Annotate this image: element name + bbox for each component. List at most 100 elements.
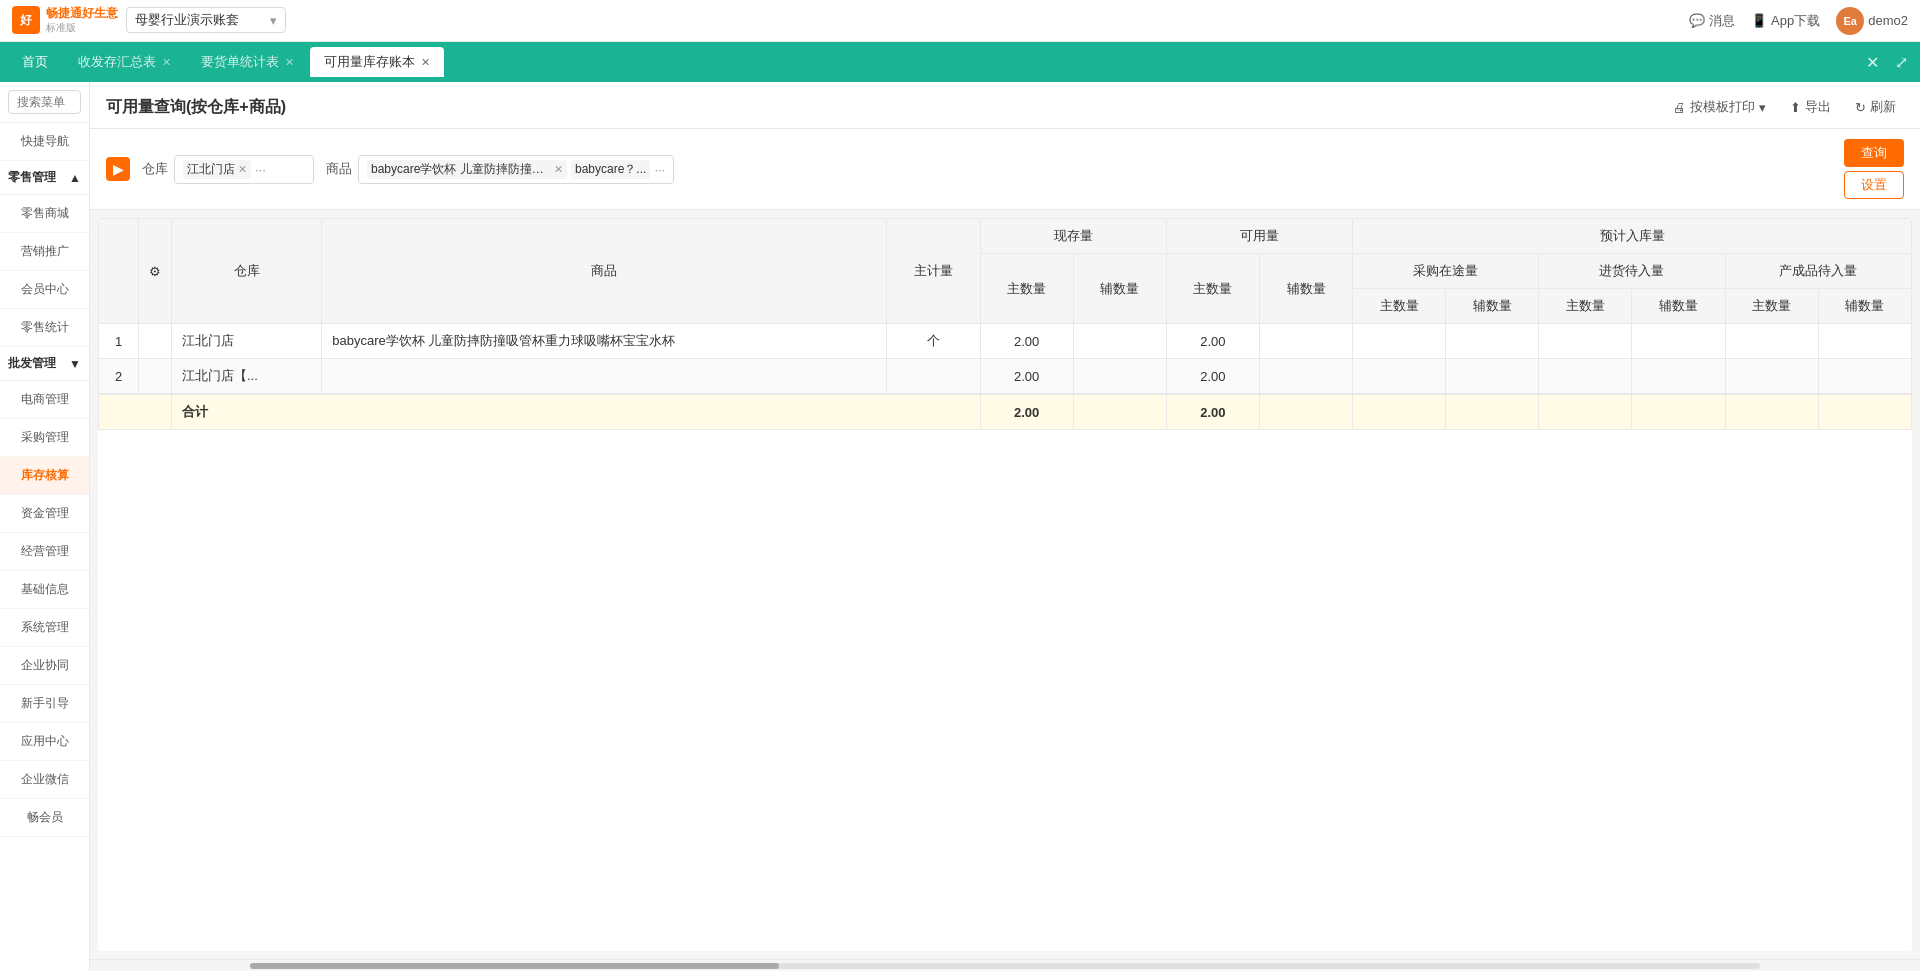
sidebar-item-marketing[interactable]: 营销推广 (0, 233, 89, 271)
sidebar-item-finance[interactable]: 资金管理 (0, 495, 89, 533)
warehouse-more-btn[interactable]: ··· (255, 162, 266, 177)
th-incoming-aux: 辅数量 (1632, 289, 1725, 324)
warehouse-filter-label: 仓库 (142, 160, 168, 178)
remove-warehouse-btn[interactable]: ✕ (238, 163, 247, 176)
cell-settings (139, 324, 172, 359)
top-header: 好 畅捷通好生意 标准版 母婴行业演示账套 ▾ 💬 消息 📱 App下载 Ea … (0, 0, 1920, 42)
cell-incoming-main (1539, 324, 1632, 359)
search-input[interactable] (8, 90, 81, 114)
query-button[interactable]: 查询 (1844, 139, 1904, 167)
refresh-icon: ↻ (1855, 100, 1866, 115)
cell-incoming-main (1539, 359, 1632, 395)
horizontal-scrollbar[interactable] (90, 959, 1920, 971)
product-more-btn[interactable]: ··· (654, 162, 665, 177)
cell-product-main (1725, 359, 1818, 395)
cell-index: 1 (99, 324, 139, 359)
chevron-icon: ▾ (1759, 100, 1766, 115)
marketing-label: 营销推广 (21, 243, 69, 260)
summary-purchase-main (1353, 394, 1446, 430)
sidebar: 快捷导航 零售管理 ▲ 零售商城 营销推广 会员中心 零售统计 批发管理 ▼ 电… (0, 82, 90, 971)
nav-tabs-bar: 首页 收发存汇总表 ✕ 要货单统计表 ✕ 可用量库存账本 ✕ ✕ ⤢ (0, 42, 1920, 82)
remove-product-btn[interactable]: ✕ (554, 163, 563, 176)
cell-avail-main: 2.00 (1166, 359, 1259, 395)
th-settings[interactable]: ⚙ (139, 219, 172, 324)
quick-nav-label: 快捷导航 (21, 133, 69, 150)
chevron-down-icon: ▾ (270, 13, 277, 28)
sidebar-item-wechat[interactable]: 企业微信 (0, 761, 89, 799)
sidebar-item-operation[interactable]: 经营管理 (0, 533, 89, 571)
th-current-stock: 现存量 (980, 219, 1166, 254)
sidebar-item-member-plus[interactable]: 畅会员 (0, 799, 89, 837)
scroll-track (250, 963, 1760, 969)
export-label: 导出 (1805, 98, 1831, 116)
table-row: 2 江北门店【... 2.00 2.00 (99, 359, 1912, 395)
th-avail-aux: 辅数量 (1259, 254, 1352, 324)
retail-mgmt-label: 零售管理 (8, 169, 56, 186)
sidebar-item-basic-info[interactable]: 基础信息 (0, 571, 89, 609)
cell-purchase-aux (1446, 324, 1539, 359)
th-product-pending: 产成品待入量 (1725, 254, 1911, 289)
download-icon: 📱 (1751, 13, 1767, 28)
operation-label: 经营管理 (21, 543, 69, 560)
sidebar-item-member[interactable]: 会员中心 (0, 271, 89, 309)
cell-main-unit (887, 359, 980, 395)
print-btn[interactable]: 🖨 按模板打印 ▾ (1665, 94, 1774, 120)
product-filter-input[interactable]: babycare学饮杯 儿童防摔防撞吸管杯重力球吸嘴杯宝宝水杯 ✕ babyca… (358, 155, 674, 184)
sidebar-item-tutorial[interactable]: 新手引导 (0, 685, 89, 723)
system-label: 系统管理 (21, 619, 69, 636)
cell-stock-aux (1073, 324, 1166, 359)
cell-stock-main: 2.00 (980, 324, 1073, 359)
th-purchase-main: 主数量 (1353, 289, 1446, 324)
summary-product-main (1725, 394, 1818, 430)
th-product-aux: 辅数量 (1818, 289, 1911, 324)
sidebar-item-wholesale[interactable]: 批发管理 ▼ (0, 347, 89, 381)
close-tab-icon[interactable]: ✕ (1862, 49, 1883, 76)
refresh-label: 刷新 (1870, 98, 1896, 116)
page-title: 可用量查询(按仓库+商品) (106, 97, 286, 118)
arrow-icon: ▼ (69, 357, 81, 371)
summary-label: 合计 (172, 394, 981, 430)
message-btn[interactable]: 💬 消息 (1689, 12, 1735, 30)
sidebar-item-inventory[interactable]: 库存核算 (0, 457, 89, 495)
sidebar-item-quick-nav[interactable]: 快捷导航 (0, 123, 89, 161)
close-icon[interactable]: ✕ (285, 56, 294, 69)
app-download-btn[interactable]: 📱 App下载 (1751, 12, 1820, 30)
filter-bar: ▶ 仓库 江北门店 ✕ ··· 商品 babycare学饮杯 儿童防摔防撞吸管杯… (90, 129, 1920, 210)
app-center-label: 应用中心 (21, 733, 69, 750)
user-area[interactable]: Ea demo2 (1836, 7, 1908, 35)
message-label: 消息 (1709, 12, 1735, 30)
tab-home[interactable]: 首页 (8, 47, 62, 77)
close-icon[interactable]: ✕ (162, 56, 171, 69)
table-wrapper: ⚙ 仓库 商品 主计量 现存量 可用量 预计入库量 主数量 辅数量 主数量 辅数… (98, 218, 1912, 951)
sidebar-item-app-center[interactable]: 应用中心 (0, 723, 89, 761)
warehouse-filter-input[interactable]: 江北门店 ✕ ··· (174, 155, 314, 184)
inventory-label: 库存核算 (21, 467, 69, 484)
expand-icon[interactable]: ⤢ (1891, 49, 1912, 76)
cell-stock-aux (1073, 359, 1166, 395)
expand-filter-btn[interactable]: ▶ (106, 157, 130, 181)
refresh-btn[interactable]: ↻ 刷新 (1847, 94, 1904, 120)
cell-product-aux (1818, 359, 1911, 395)
sidebar-item-retail-stats[interactable]: 零售统计 (0, 309, 89, 347)
sidebar-item-retail-mgmt[interactable]: 零售管理 ▲ (0, 161, 89, 195)
sidebar-item-system[interactable]: 系统管理 (0, 609, 89, 647)
settings-button[interactable]: 设置 (1844, 171, 1904, 199)
sidebar-item-enterprise[interactable]: 企业协同 (0, 647, 89, 685)
product-tag-value-1: babycare学饮杯 儿童防摔防撞吸管杯重力球吸嘴杯宝宝水杯 (371, 161, 551, 178)
header-right: 💬 消息 📱 App下载 Ea demo2 (1689, 7, 1908, 35)
summary-incoming-aux (1632, 394, 1725, 430)
cell-product (322, 359, 887, 395)
tab-available-stock[interactable]: 可用量库存账本 ✕ (310, 47, 444, 77)
export-btn[interactable]: ⬆ 导出 (1782, 94, 1839, 120)
scroll-thumb[interactable] (250, 963, 779, 969)
sidebar-item-retail-mall[interactable]: 零售商城 (0, 195, 89, 233)
enterprise-label: 企业协同 (21, 657, 69, 674)
close-icon[interactable]: ✕ (421, 56, 430, 69)
print-label: 按模板打印 (1690, 98, 1755, 116)
sidebar-item-purchase[interactable]: 采购管理 (0, 419, 89, 457)
tab-order-stats[interactable]: 要货单统计表 ✕ (187, 47, 308, 77)
tab-receive-summary[interactable]: 收发存汇总表 ✕ (64, 47, 185, 77)
cell-incoming-aux (1632, 359, 1725, 395)
sidebar-item-ecommerce[interactable]: 电商管理 (0, 381, 89, 419)
industry-selector[interactable]: 母婴行业演示账套 ▾ (126, 7, 286, 33)
